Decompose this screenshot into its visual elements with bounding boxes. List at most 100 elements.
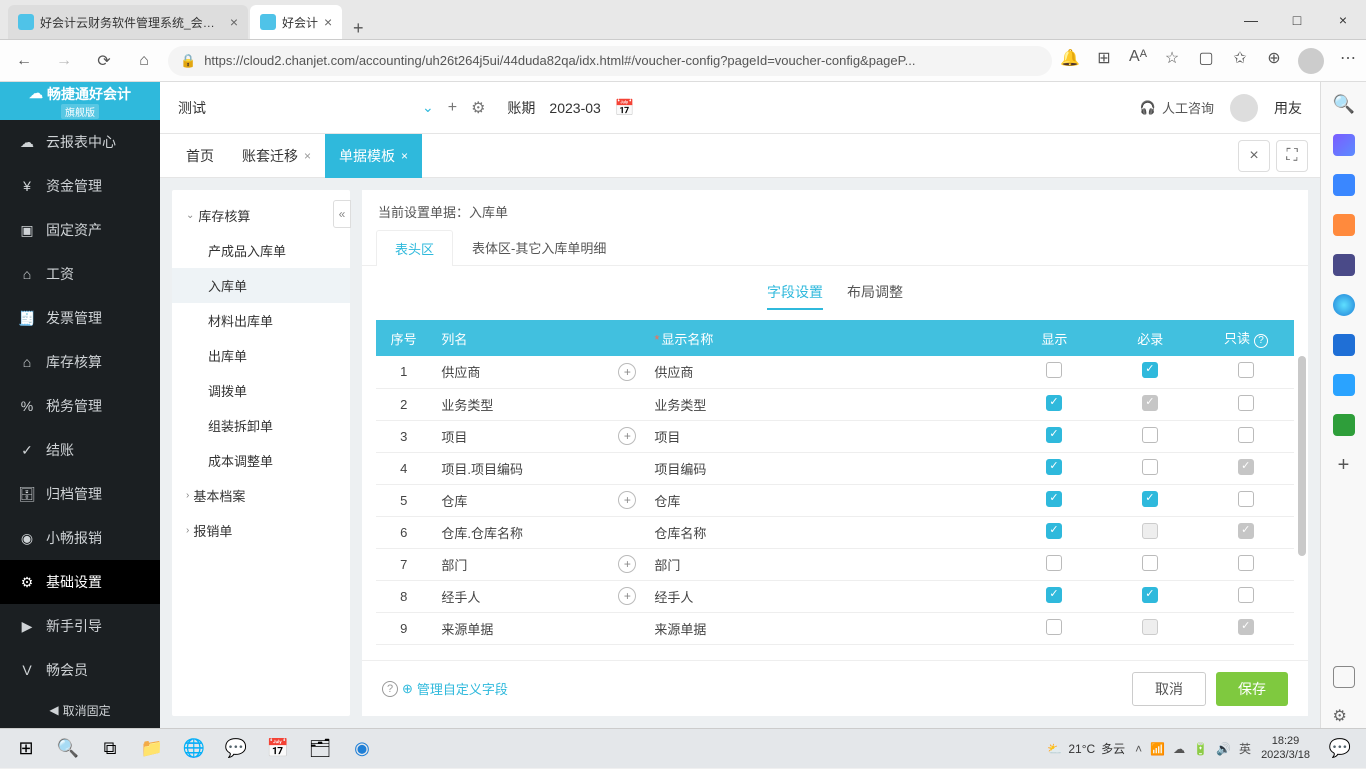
checkbox[interactable] <box>1238 362 1254 378</box>
tree-group-inventory[interactable]: ⌄库存核算 <box>172 198 350 233</box>
checkbox[interactable] <box>1238 587 1254 603</box>
telegram-icon[interactable] <box>1333 374 1355 396</box>
wechat-icon[interactable]: 💬 <box>216 729 256 769</box>
tree-group-basic[interactable]: ›基本档案 <box>172 478 350 513</box>
checkbox[interactable] <box>1238 491 1254 507</box>
close-all-tabs-button[interactable]: × <box>1238 140 1270 172</box>
checkbox[interactable] <box>1046 427 1062 443</box>
nav-item-8[interactable]: 🗄归档管理 <box>0 472 160 516</box>
window-maximize-button[interactable]: □ <box>1274 0 1320 40</box>
save-button[interactable]: 保存 <box>1216 672 1288 706</box>
browser-tab-1[interactable]: 好会计 × <box>250 5 342 39</box>
extensions-icon[interactable]: ⊞ <box>1094 48 1114 74</box>
new-tab-button[interactable]: + <box>344 18 372 39</box>
tree-item-2[interactable]: 材料出库单 <box>172 303 350 338</box>
cloud-sync-icon[interactable]: ☁ <box>1173 742 1185 756</box>
checkbox[interactable] <box>1142 491 1158 507</box>
consult-button[interactable]: 🎧人工咨询 <box>1140 98 1214 117</box>
task-view-button[interactable]: ⧉ <box>90 729 130 769</box>
search-icon[interactable]: 🔍 <box>1333 94 1355 116</box>
close-icon[interactable]: × <box>230 14 238 30</box>
org-dropdown[interactable]: 测试 ⌄ <box>178 98 434 118</box>
start-button[interactable]: ⊞ <box>6 729 46 769</box>
tray-up-icon[interactable]: ˄ <box>1135 742 1142 756</box>
checkbox[interactable] <box>1046 491 1062 507</box>
copilot-icon[interactable] <box>1333 134 1355 156</box>
tree-item-6[interactable]: 成本调整单 <box>172 443 350 478</box>
add-tool-icon[interactable]: + <box>1333 454 1355 476</box>
checkbox[interactable] <box>1238 395 1254 411</box>
cell-display[interactable]: 供应商 <box>644 356 1006 388</box>
window-minimize-button[interactable]: — <box>1228 0 1274 40</box>
nav-item-9[interactable]: ◉小畅报销 <box>0 516 160 560</box>
add-field-icon[interactable]: + <box>618 555 636 573</box>
close-icon[interactable]: × <box>324 14 332 30</box>
add-field-icon[interactable]: + <box>618 363 636 381</box>
tree-item-0[interactable]: 产成品入库单 <box>172 233 350 268</box>
checkbox[interactable] <box>1142 587 1158 603</box>
tree-item-5[interactable]: 组装拆卸单 <box>172 408 350 443</box>
scrollbar[interactable] <box>1298 356 1306 556</box>
nav-item-7[interactable]: ✓结账 <box>0 428 160 472</box>
manage-custom-fields-link[interactable]: ?⊕ 管理自定义字段 <box>382 679 508 698</box>
add-field-icon[interactable]: + <box>618 587 636 605</box>
chrome-icon[interactable]: 🌐 <box>174 729 214 769</box>
help-icon[interactable]: ? <box>1254 334 1268 348</box>
browser-tab-0[interactable]: 好会计云财务软件管理系统_会计... × <box>8 5 248 39</box>
collections-icon[interactable]: ▢ <box>1196 48 1216 74</box>
page-tab-1[interactable]: 账套迁移× <box>228 134 325 178</box>
notification-icon[interactable]: 🔔 <box>1060 48 1080 74</box>
address-bar[interactable]: 🔒 https://cloud2.chanjet.com/accounting/… <box>168 46 1052 76</box>
tree-group-expense[interactable]: ›报销单 <box>172 513 350 548</box>
weather-widget[interactable]: ⛅ 21°C 多云 <box>1047 740 1125 757</box>
checkbox[interactable] <box>1046 395 1062 411</box>
profile-icon[interactable] <box>1298 48 1324 74</box>
nav-item-12[interactable]: V畅会员 <box>0 648 160 692</box>
sidebar-toggle-icon[interactable] <box>1333 666 1355 688</box>
tree-item-4[interactable]: 调拨单 <box>172 373 350 408</box>
cell-display[interactable]: 部门 <box>644 548 1006 580</box>
collapse-side-button[interactable]: « <box>333 200 351 228</box>
page-tab-0[interactable]: 首页 <box>172 134 228 178</box>
settings-icon[interactable]: ⚙ <box>471 98 485 118</box>
checkbox[interactable] <box>1142 362 1158 378</box>
cell-display[interactable]: 项目编码 <box>644 452 1006 484</box>
ime-indicator[interactable]: 英 <box>1239 740 1251 757</box>
cell-display[interactable]: 经手人 <box>644 580 1006 612</box>
cell-display[interactable]: 项目 <box>644 420 1006 452</box>
volume-icon[interactable]: 🔊 <box>1216 742 1231 756</box>
checkbox[interactable] <box>1046 555 1062 571</box>
checkbox[interactable] <box>1046 362 1062 378</box>
cell-display[interactable]: 业务类型 <box>644 388 1006 420</box>
add-field-icon[interactable]: + <box>618 491 636 509</box>
home-button[interactable]: ⌂ <box>128 45 160 77</box>
battery-icon[interactable]: 🔋 <box>1193 742 1208 756</box>
files-app-icon[interactable]: 📁 <box>132 729 172 769</box>
calendar-app-icon[interactable]: 📅 <box>258 729 298 769</box>
search-button[interactable]: 🔍 <box>48 729 88 769</box>
nav-item-10[interactable]: ⚙基础设置 <box>0 560 160 604</box>
nav-item-0[interactable]: ☁云报表中心 <box>0 120 160 164</box>
add-button[interactable]: + <box>448 99 457 117</box>
checkbox[interactable] <box>1142 555 1158 571</box>
tree-item-1[interactable]: 入库单 <box>172 268 350 303</box>
collapse-nav-button[interactable]: ◀取消固定 <box>0 692 160 728</box>
edge-app-icon[interactable]: ◉ <box>342 729 382 769</box>
tools-icon[interactable] <box>1333 214 1355 236</box>
close-icon[interactable]: × <box>401 149 408 163</box>
checkbox[interactable] <box>1046 523 1062 539</box>
checkbox[interactable] <box>1046 587 1062 603</box>
checkbox[interactable] <box>1142 459 1158 475</box>
reading-list-icon[interactable]: ⊕ <box>1264 48 1284 74</box>
nav-item-11[interactable]: ▶新手引导 <box>0 604 160 648</box>
checkbox[interactable] <box>1142 427 1158 443</box>
sec-tab-1[interactable]: 布局调整 <box>847 282 903 310</box>
clock[interactable]: 18:29 2023/3/18 <box>1261 735 1310 761</box>
checkbox[interactable] <box>1046 619 1062 635</box>
more-icon[interactable]: ⋯ <box>1338 48 1358 74</box>
checkbox[interactable] <box>1238 555 1254 571</box>
nav-item-6[interactable]: %税务管理 <box>0 384 160 428</box>
nav-item-4[interactable]: 🧾发票管理 <box>0 296 160 340</box>
forward-button[interactable]: → <box>48 45 80 77</box>
sub-tab-1[interactable]: 表体区-其它入库单明细 <box>453 229 625 265</box>
